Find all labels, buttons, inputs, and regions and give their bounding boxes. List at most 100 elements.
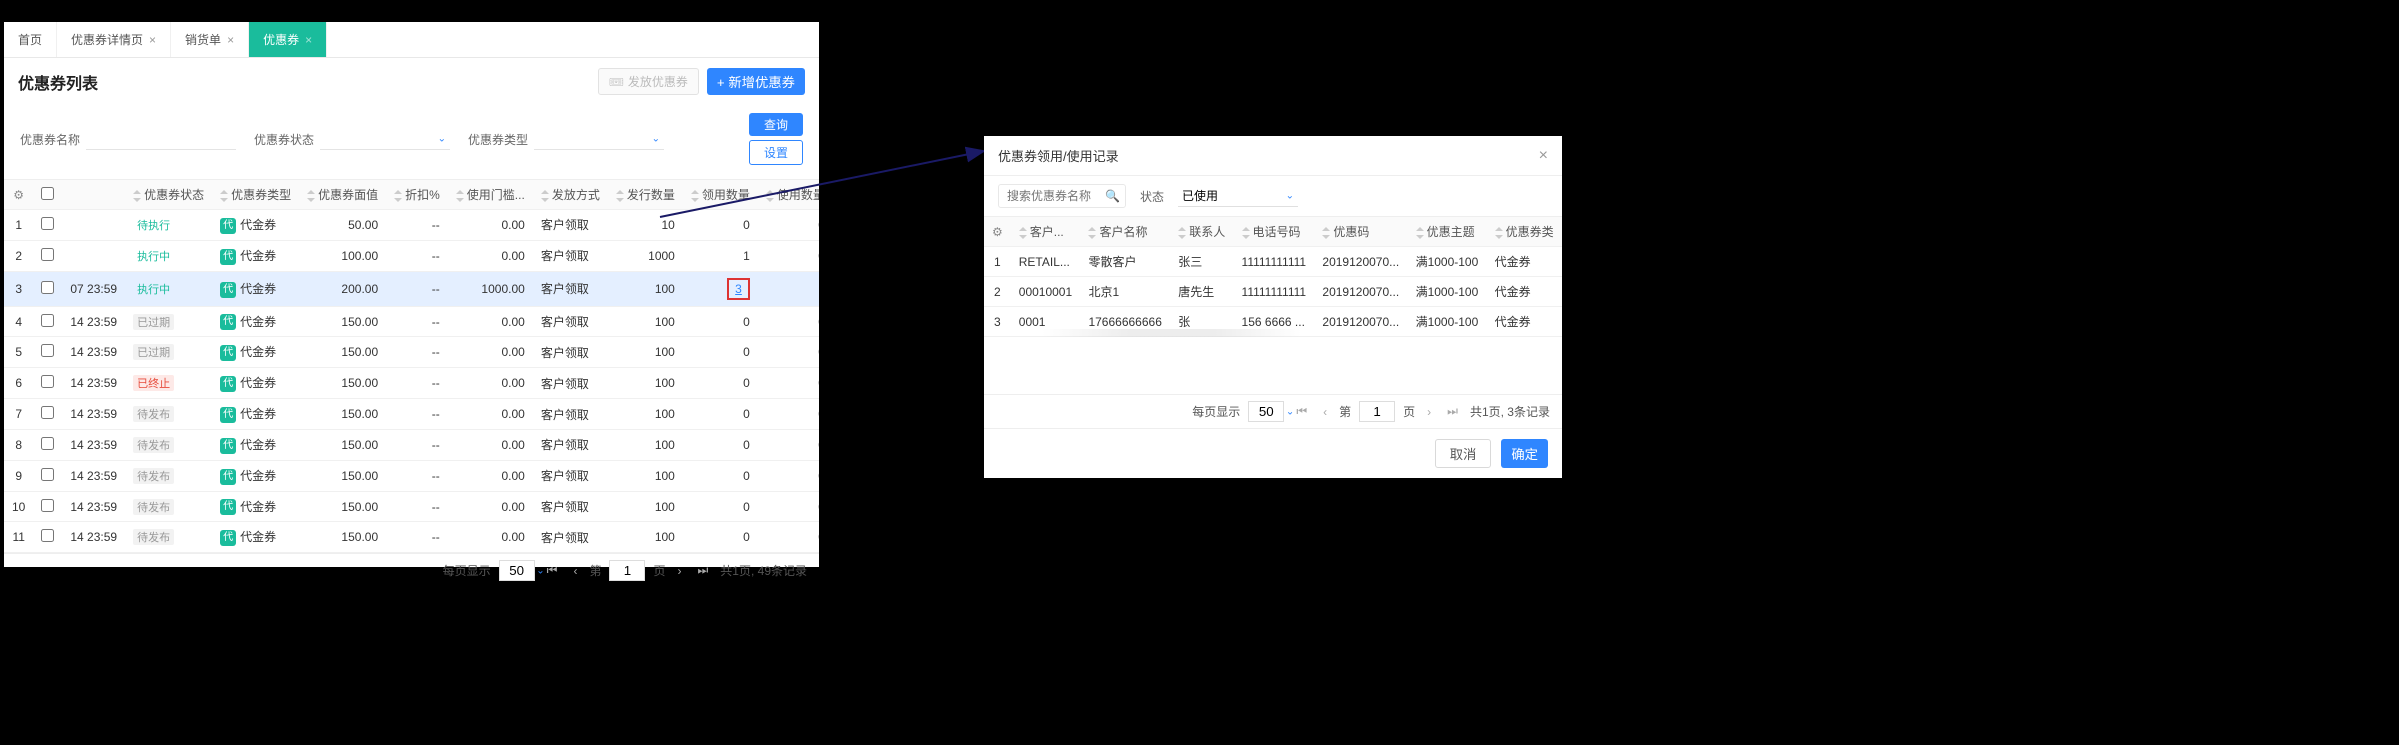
row-checkbox[interactable] <box>41 314 54 327</box>
tab-首页[interactable]: 首页 <box>4 22 57 57</box>
cancel-button[interactable]: 取消 <box>1435 439 1492 468</box>
row-checkbox[interactable] <box>41 406 54 419</box>
use-qty-column-header[interactable]: 使用数量 <box>758 180 819 210</box>
type-badge-icon: 代 <box>220 469 236 485</box>
tab-label: 优惠券 <box>263 31 299 48</box>
close-icon[interactable]: × <box>227 33 234 47</box>
pager-next-button[interactable]: › <box>1423 403 1435 421</box>
phone-column-header[interactable]: 电话号码 <box>1234 217 1315 247</box>
search-icon[interactable]: 🔍 <box>1105 189 1120 203</box>
table-row[interactable]: 307 23:59执行中代代金券200.00--1000.00客户领取10031… <box>4 271 819 306</box>
tab-优惠券详情页[interactable]: 优惠券详情页× <box>57 22 171 57</box>
row-checkbox[interactable] <box>41 437 54 450</box>
issue-qty-column-header[interactable]: 发行数量 <box>608 180 683 210</box>
row-checkbox[interactable] <box>41 344 54 357</box>
cust-name-column-header[interactable]: 客户名称 <box>1080 217 1170 247</box>
table-row[interactable]: 1014 23:59待发布代代金券150.00--0.00客户领取10000↗⧉ <box>4 491 819 522</box>
row-status: 已终止 <box>125 368 212 399</box>
search-name-input[interactable] <box>86 129 236 150</box>
tab-优惠券[interactable]: 优惠券 × <box>249 22 327 57</box>
col-label: 发行数量 <box>627 188 675 202</box>
distribute-coupon-button[interactable]: 🎟 发放优惠券 <box>598 68 699 95</box>
table-row[interactable]: 200010001北京1唐先生111111111112019120070...满… <box>984 277 1562 307</box>
row-checkbox[interactable] <box>41 248 54 261</box>
type-label: 代金券 <box>240 407 276 421</box>
row-claim-qty: 0 <box>683 337 758 368</box>
face-column-header[interactable]: 优惠券面值 <box>299 180 386 210</box>
row-face: 150.00 <box>299 429 386 460</box>
query-button[interactable]: 查询 <box>749 113 803 136</box>
search-type-select[interactable] <box>534 129 664 150</box>
table-row[interactable]: 914 23:59待发布代代金券150.00--0.00客户领取10000↗⧉ <box>4 460 819 491</box>
per-page-select[interactable] <box>1248 401 1284 422</box>
table-row[interactable]: 814 23:59待发布代代金券150.00--0.00客户领取10000↗⧉ <box>4 429 819 460</box>
discount-column-header[interactable]: 折扣% <box>386 180 448 210</box>
pager-prev-button[interactable]: ‹ <box>569 562 581 580</box>
table-row[interactable]: 414 23:59已过期代代金券150.00--0.00客户领取10000↗⧉ <box>4 306 819 337</box>
claim-qty-link[interactable]: 3 <box>727 278 750 300</box>
table-row[interactable]: 2执行中代代金券100.00--0.00客户领取100010↗⧉ <box>4 240 819 271</box>
new-coupon-button[interactable]: + 新增优惠券 <box>707 68 805 95</box>
page-title: 优惠券列表 <box>18 70 98 94</box>
row-cust-name: 零散客户 <box>1080 247 1170 277</box>
row-dist-method: 客户领取 <box>533 368 608 399</box>
table-row[interactable]: 714 23:59待发布代代金券150.00--0.00客户领取10000↗⧉ <box>4 399 819 430</box>
claim-qty-column-header[interactable]: 领用数量 <box>683 180 758 210</box>
table-row[interactable]: 3000117666666666张156 6666 ...2019120070.… <box>984 307 1562 337</box>
subject-column-header[interactable]: 优惠主题 <box>1408 217 1487 247</box>
row-index: 11 <box>4 522 33 553</box>
pager-last-button[interactable]: ⏭ <box>1443 402 1462 421</box>
code-column-header[interactable]: 优惠码 <box>1314 217 1407 247</box>
modal-status-select[interactable] <box>1178 186 1298 207</box>
row-checkbox[interactable] <box>41 281 54 294</box>
pager-next-button[interactable]: › <box>673 562 685 580</box>
table-row[interactable]: 1114 23:59待发布代代金券150.00--0.00客户领取10000↗⧉ <box>4 522 819 553</box>
row-checkbox[interactable] <box>41 529 54 542</box>
row-face: 150.00 <box>299 399 386 430</box>
pager-first-button[interactable]: ⏮ <box>543 561 562 580</box>
status-badge: 执行中 <box>133 281 174 297</box>
select-all-checkbox[interactable] <box>41 187 54 200</box>
settings-button[interactable]: 设置 <box>749 140 803 165</box>
table-row[interactable]: 1RETAIL...零散客户张三111111111112019120070...… <box>984 247 1562 277</box>
search-name-label: 优惠券名称 <box>20 131 80 148</box>
row-checkbox[interactable] <box>41 375 54 388</box>
table-row[interactable]: 1待执行代代金券50.00--0.00客户领取1000↗⧉ <box>4 210 819 241</box>
table-row[interactable]: 514 23:59已过期代代金券150.00--0.00客户领取10000↗⧉ <box>4 337 819 368</box>
row-checkbox[interactable] <box>41 468 54 481</box>
row-status: 待发布 <box>125 399 212 430</box>
coupon-type-column-header[interactable]: 优惠券类 <box>1487 217 1562 247</box>
close-icon[interactable]: × <box>149 33 156 47</box>
row-type: 代代金券 <box>212 429 299 460</box>
col-label: 优惠主题 <box>1427 225 1475 239</box>
table-row[interactable]: 614 23:59已终止代代金券150.00--0.00客户领取10000↗⧉ <box>4 368 819 399</box>
contact-column-header[interactable]: 联系人 <box>1170 217 1233 247</box>
row-checkbox[interactable] <box>41 217 54 230</box>
row-use-qty: 0 <box>758 337 819 368</box>
pager: 每页显示 ⌄ ⏮ ‹ 第 页 › ⏭ 共1页, 49条记录 <box>4 553 819 587</box>
row-checkbox[interactable] <box>41 499 54 512</box>
type-column-header[interactable]: 优惠券类型 <box>212 180 299 210</box>
gear-column-header[interactable]: ⚙ <box>4 180 33 210</box>
gear-column-header[interactable]: ⚙ <box>984 217 1011 247</box>
row-status: 待发布 <box>125 491 212 522</box>
row-use-qty: 0 <box>758 368 819 399</box>
page-input[interactable] <box>609 560 645 581</box>
dist-method-column-header[interactable]: 发放方式 <box>533 180 608 210</box>
per-page-select[interactable] <box>499 560 535 581</box>
status-column-header[interactable]: 优惠券状态 <box>125 180 212 210</box>
pager-prev-button[interactable]: ‹ <box>1319 403 1331 421</box>
close-icon[interactable]: × <box>1539 147 1548 165</box>
cust-code-column-header[interactable]: 客户... <box>1011 217 1081 247</box>
search-status-select[interactable] <box>320 129 450 150</box>
confirm-button[interactable]: 确定 <box>1501 439 1548 468</box>
row-dist-method: 客户领取 <box>533 210 608 241</box>
pager-last-button[interactable]: ⏭ <box>693 561 712 580</box>
pager-first-button[interactable]: ⏮ <box>1292 402 1311 421</box>
close-icon[interactable]: × <box>305 33 312 47</box>
panel-header: 优惠券列表 🎟 发放优惠券 + 新增优惠券 <box>4 58 819 105</box>
row-use-qty: 0 <box>758 429 819 460</box>
threshold-column-header[interactable]: 使用门槛... <box>448 180 533 210</box>
tab-销货单[interactable]: 销货单× <box>171 22 249 57</box>
page-input[interactable] <box>1359 401 1395 422</box>
